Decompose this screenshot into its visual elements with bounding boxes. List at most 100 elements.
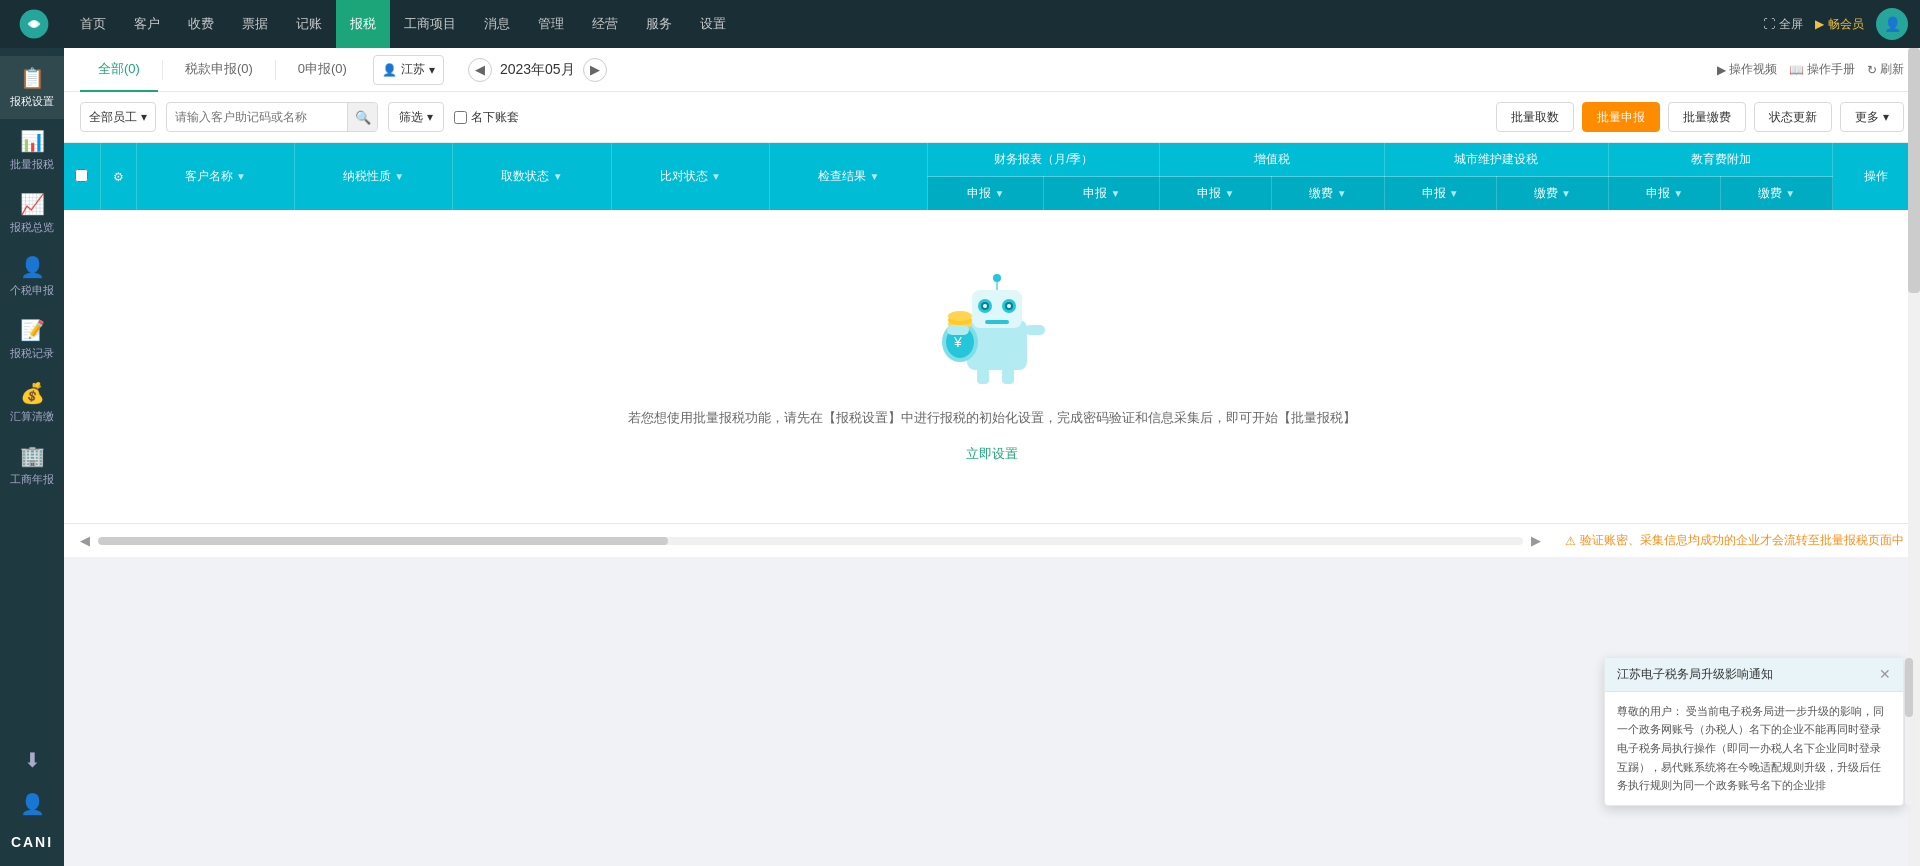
th-checkbox: [64, 143, 100, 210]
th-edu-pay: 缴费 ▼: [1721, 177, 1833, 211]
prev-month-button[interactable]: ◀: [468, 58, 492, 82]
th-client-name-label: 客户名称: [185, 169, 233, 183]
th-tax-nature-label: 纳税性质: [343, 169, 391, 183]
refresh-link[interactable]: ↻ 刷新: [1867, 61, 1904, 78]
employee-select[interactable]: 全部员工 ▾: [80, 102, 156, 132]
notification-scrollbar-thumb[interactable]: [1905, 658, 1913, 717]
tab-declare-count: (0): [237, 61, 253, 76]
notification-close-button[interactable]: ✕: [1879, 666, 1891, 682]
svg-rect-17: [947, 325, 969, 335]
th-check-result-filter[interactable]: ▼: [869, 171, 879, 182]
select-all-checkbox[interactable]: [75, 169, 88, 182]
tax-record-icon: 📝: [20, 318, 45, 342]
search-icon: 🔍: [355, 110, 371, 125]
sidebar-item-tax-overview[interactable]: 📈 报税总览: [0, 182, 64, 245]
th-city-pay: 缴费 ▼: [1496, 177, 1608, 211]
nav-operation[interactable]: 经营: [578, 0, 632, 48]
batch-pay-button[interactable]: 批量缴费: [1668, 102, 1746, 132]
annual-report-icon: 🏢: [20, 444, 45, 468]
th-education-tax: 教育费附加: [1608, 143, 1832, 177]
svg-point-1: [31, 21, 37, 27]
nav-manage[interactable]: 管理: [524, 0, 578, 48]
th-client-name-filter[interactable]: ▼: [236, 171, 246, 182]
operation-manual-link[interactable]: 📖 操作手册: [1789, 61, 1855, 78]
nav-right-actions: ⛶ 全屏 ▶ 畅会员 👤: [1763, 8, 1908, 40]
tab-zero-count: (0): [331, 61, 347, 76]
region-select[interactable]: 👤 江苏 ▾: [373, 55, 444, 85]
th-edu-declare: 申报 ▼: [1608, 177, 1720, 211]
batch-fetch-button[interactable]: 批量取数: [1496, 102, 1574, 132]
th-city-tax: 城市维护建设税: [1384, 143, 1608, 177]
video-icon: ▶: [1717, 63, 1726, 77]
nav-service[interactable]: 服务: [632, 0, 686, 48]
nav-billing[interactable]: 收费: [174, 0, 228, 48]
empty-state: ¥ 若您想使用批量报税功能，请先在【报税设置】中进行报税的初始化设置，完成密码: [64, 210, 1920, 523]
logo[interactable]: [12, 2, 56, 46]
nav-items: 首页 客户 收费 票据 记账 报税 工商项目 消息 管理 经营 服务 设置: [66, 0, 1763, 48]
account-checkbox[interactable]: [454, 111, 467, 124]
nav-message[interactable]: 消息: [470, 0, 524, 48]
svg-text:¥: ¥: [953, 334, 962, 350]
notification-body: 尊敬的用户： 受当前电子税务局进一步升级的影响，同一个政务网账号（办税人）名下的…: [1605, 692, 1903, 805]
member-button[interactable]: ▶ 畅会员: [1815, 16, 1864, 33]
search-box: 🔍: [166, 102, 378, 132]
filter-button[interactable]: 筛选 ▾: [388, 102, 444, 132]
tab-zero[interactable]: 0申报 (0): [280, 48, 365, 92]
sidebar-item-tax-settings[interactable]: 📋 报税设置: [0, 56, 64, 119]
account-checkbox-label[interactable]: 名下账套: [454, 109, 519, 126]
search-button[interactable]: 🔍: [347, 102, 377, 132]
manual-icon: 📖: [1789, 63, 1804, 77]
sidebar: 📋 报税设置 📊 批量报税 📈 报税总览 👤 个税申报 📝 报税记录 💰 汇算清…: [0, 48, 64, 866]
th-vat-declare: 申报 ▼: [1160, 177, 1272, 211]
sidebar-item-tax-record[interactable]: 📝 报税记录: [0, 308, 64, 371]
nav-bookkeeping[interactable]: 记账: [282, 0, 336, 48]
th-tax-nature-filter[interactable]: ▼: [394, 171, 404, 182]
region-label: 江苏: [401, 61, 425, 78]
sidebar-item-batch-tax[interactable]: 📊 批量报税: [0, 119, 64, 182]
nav-customer[interactable]: 客户: [120, 0, 174, 48]
nav-industrial[interactable]: 工商项目: [390, 0, 470, 48]
horizontal-scrollbar[interactable]: [98, 537, 1523, 545]
next-month-button[interactable]: ▶: [583, 58, 607, 82]
sidebar-item-annual-report[interactable]: 🏢 工商年报: [0, 434, 64, 497]
th-fetch-status-label: 取数状态: [501, 169, 549, 183]
setup-link[interactable]: 立即设置: [966, 445, 1018, 463]
nav-settings[interactable]: 设置: [686, 0, 740, 48]
page-content: 全部 (0) 税款申报 (0) 0申报 (0) 👤 江苏 ▾ ◀ 2023年05: [64, 48, 1920, 557]
fullscreen-button[interactable]: ⛶ 全屏: [1763, 16, 1803, 33]
sidebar-item-settlement[interactable]: 💰 汇算清缴: [0, 371, 64, 434]
th-fetch-status-filter[interactable]: ▼: [553, 171, 563, 182]
sidebar-item-user[interactable]: 👤: [0, 782, 64, 826]
sidebar-item-personal-tax[interactable]: 👤 个税申报: [0, 245, 64, 308]
th-operation: 操作: [1833, 143, 1920, 210]
nav-invoice[interactable]: 票据: [228, 0, 282, 48]
account-checkbox-text: 名下账套: [471, 109, 519, 126]
warning-message: ⚠ 验证账密、采集信息均成功的企业才会流转至批量报税页面中: [1565, 532, 1904, 549]
tab-declare[interactable]: 税款申报 (0): [167, 48, 271, 92]
operation-video-link[interactable]: ▶ 操作视频: [1717, 61, 1777, 78]
th-compare-status-filter[interactable]: ▼: [711, 171, 721, 182]
batch-tax-icon: 📊: [20, 129, 45, 153]
scroll-left-arrow[interactable]: ◀: [80, 533, 90, 548]
manual-label: 操作手册: [1807, 61, 1855, 78]
more-label: 更多: [1855, 109, 1879, 126]
nav-tax[interactable]: 报税: [336, 0, 390, 48]
avatar[interactable]: 👤: [1876, 8, 1908, 40]
tab-all-label: 全部: [98, 60, 124, 78]
download-icon: ⬇: [24, 748, 41, 772]
tab-all[interactable]: 全部 (0): [80, 48, 158, 92]
th-compare-status-label: 比对状态: [660, 169, 708, 183]
svg-point-22: [993, 274, 1001, 282]
more-button[interactable]: 更多 ▾: [1840, 102, 1904, 132]
filter-label: 筛选: [399, 109, 423, 126]
more-icon: ▾: [1883, 110, 1889, 124]
sidebar-item-download[interactable]: ⬇: [0, 738, 64, 782]
batch-declare-button[interactable]: 批量申报: [1582, 102, 1660, 132]
search-input[interactable]: [167, 110, 347, 124]
fullscreen-label: 全屏: [1779, 16, 1803, 33]
tab-divider-1: [162, 60, 163, 80]
scroll-right-arrow[interactable]: ▶: [1531, 533, 1541, 548]
region-dropdown-icon: ▾: [429, 63, 435, 77]
status-update-button[interactable]: 状态更新: [1754, 102, 1832, 132]
nav-home[interactable]: 首页: [66, 0, 120, 48]
